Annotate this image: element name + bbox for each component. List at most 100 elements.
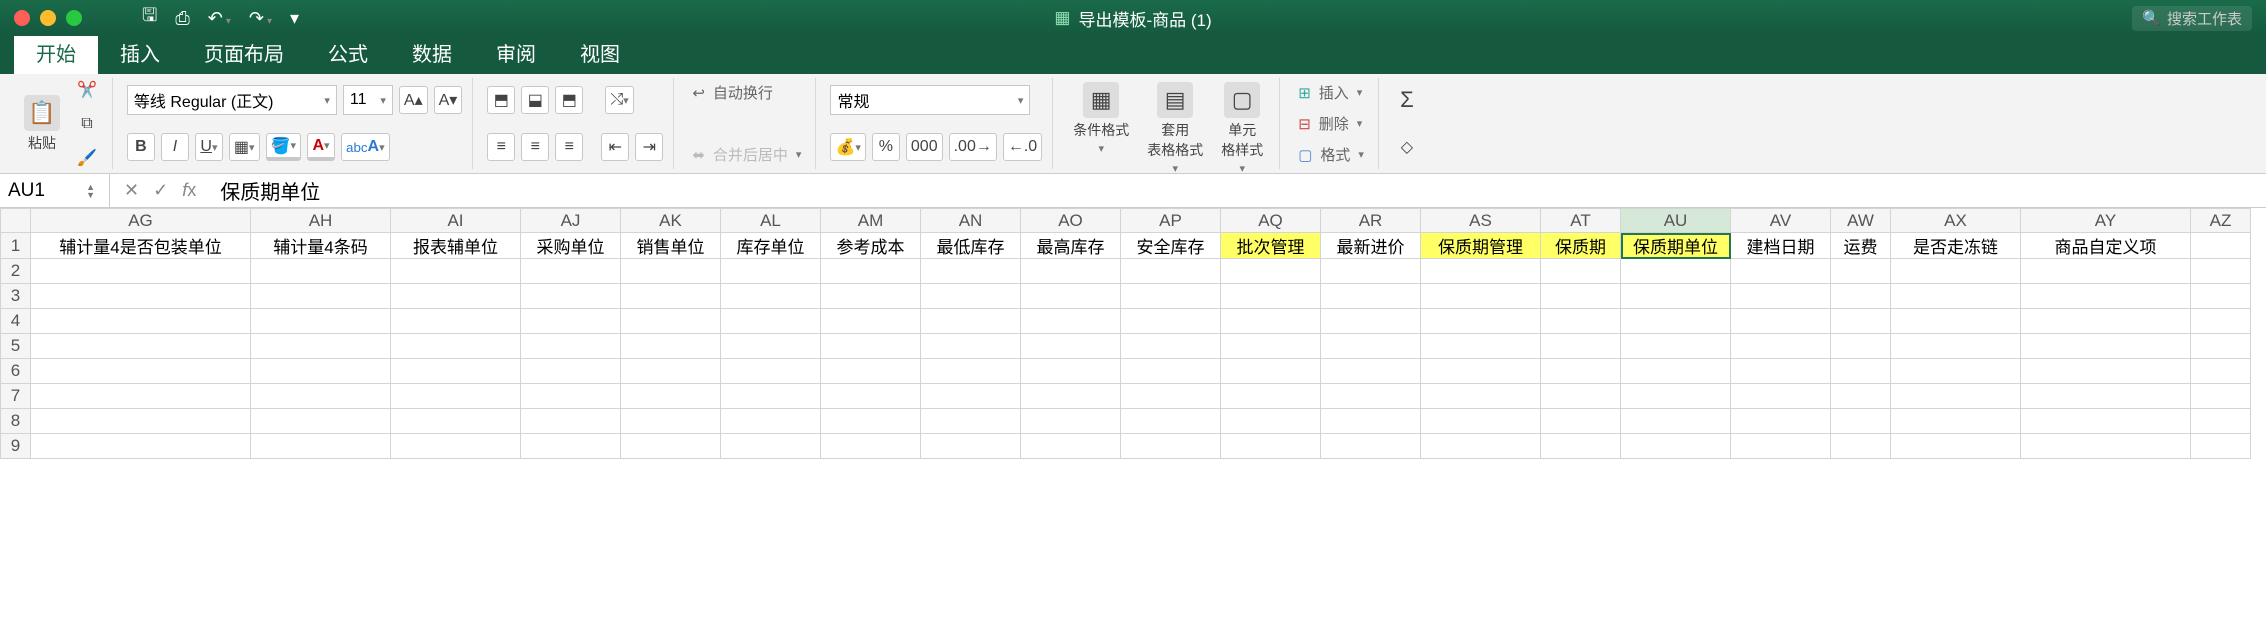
cell-AW8[interactable]	[1831, 409, 1891, 434]
col-header-AG[interactable]: AG	[31, 209, 251, 233]
cell-AR4[interactable]	[1321, 309, 1421, 334]
accept-formula-icon[interactable]: ✓	[153, 180, 168, 201]
cell-AI9[interactable]	[391, 434, 521, 459]
cell-AY6[interactable]	[2021, 359, 2191, 384]
cell-AH4[interactable]	[251, 309, 391, 334]
cell-AN6[interactable]	[921, 359, 1021, 384]
cell-AO6[interactable]	[1021, 359, 1121, 384]
cell-AR5[interactable]	[1321, 334, 1421, 359]
minimize-window[interactable]	[40, 10, 56, 26]
align-middle-icon[interactable]: ⬓	[521, 86, 549, 114]
cell-AQ4[interactable]	[1221, 309, 1321, 334]
row-header-5[interactable]: 5	[1, 334, 31, 359]
cancel-formula-icon[interactable]: ✕	[124, 180, 139, 201]
cell-AG9[interactable]	[31, 434, 251, 459]
cell-AQ8[interactable]	[1221, 409, 1321, 434]
row-header-1[interactable]: 1	[1, 233, 31, 259]
cell-AI8[interactable]	[391, 409, 521, 434]
cell-AV8[interactable]	[1731, 409, 1831, 434]
cell-AS8[interactable]	[1421, 409, 1541, 434]
cell-AY4[interactable]	[2021, 309, 2191, 334]
cell-AO5[interactable]	[1021, 334, 1121, 359]
cell-AG1[interactable]: 辅计量4是否包装单位	[31, 233, 251, 259]
cell-AJ9[interactable]	[521, 434, 621, 459]
cell-AS3[interactable]	[1421, 284, 1541, 309]
cell-AG4[interactable]	[31, 309, 251, 334]
cell-AY3[interactable]	[2021, 284, 2191, 309]
orientation-icon[interactable]: ⤭	[605, 86, 633, 114]
percent-icon[interactable]: %	[872, 133, 900, 161]
cell-AK6[interactable]	[621, 359, 721, 384]
cell-AL5[interactable]	[721, 334, 821, 359]
cell-AW3[interactable]	[1831, 284, 1891, 309]
cell-AS4[interactable]	[1421, 309, 1541, 334]
qat-more-icon[interactable]: ▾	[290, 8, 299, 29]
cell-AT1[interactable]: 保质期	[1541, 233, 1621, 259]
row-header-3[interactable]: 3	[1, 284, 31, 309]
cell-AL7[interactable]	[721, 384, 821, 409]
cell-AV6[interactable]	[1731, 359, 1831, 384]
cell-AI3[interactable]	[391, 284, 521, 309]
tab-data[interactable]: 数据	[390, 31, 474, 74]
cell-AJ2[interactable]	[521, 259, 621, 284]
cell-AL9[interactable]	[721, 434, 821, 459]
cell-AK8[interactable]	[621, 409, 721, 434]
cell-AR9[interactable]	[1321, 434, 1421, 459]
row-header-4[interactable]: 4	[1, 309, 31, 334]
cell-AZ1[interactable]	[2191, 233, 2251, 259]
cell-AJ5[interactable]	[521, 334, 621, 359]
autosum-icon[interactable]: Σ	[1393, 86, 1421, 114]
col-header-AY[interactable]: AY	[2021, 209, 2191, 233]
cell-AY9[interactable]	[2021, 434, 2191, 459]
tab-home[interactable]: 开始	[14, 31, 98, 74]
cell-AV5[interactable]	[1731, 334, 1831, 359]
cell-AT7[interactable]	[1541, 384, 1621, 409]
cell-AL4[interactable]	[721, 309, 821, 334]
cell-AX2[interactable]	[1891, 259, 2021, 284]
wrap-text-button[interactable]: ↩︎ 自动换行	[688, 80, 805, 105]
cell-AP8[interactable]	[1121, 409, 1221, 434]
print-icon[interactable]: ⎙	[175, 8, 189, 29]
cell-AK7[interactable]	[621, 384, 721, 409]
cell-AO3[interactable]	[1021, 284, 1121, 309]
cell-AH5[interactable]	[251, 334, 391, 359]
tab-review[interactable]: 审阅	[474, 31, 558, 74]
cell-AR7[interactable]	[1321, 384, 1421, 409]
cell-AP5[interactable]	[1121, 334, 1221, 359]
cell-AU7[interactable]	[1621, 384, 1731, 409]
cell-AY1[interactable]: 商品自定义项	[2021, 233, 2191, 259]
col-header-AP[interactable]: AP	[1121, 209, 1221, 233]
format-cells-button[interactable]: ▢ 格式	[1294, 142, 1368, 167]
cell-AU1[interactable]: 保质期单位	[1621, 233, 1731, 259]
cell-AM2[interactable]	[821, 259, 921, 284]
insert-cells-button[interactable]: ⊞ 插入	[1294, 80, 1368, 105]
tab-view[interactable]: 视图	[558, 31, 642, 74]
cell-AX9[interactable]	[1891, 434, 2021, 459]
cell-AU6[interactable]	[1621, 359, 1731, 384]
currency-icon[interactable]: 💰	[830, 133, 865, 161]
cell-AP3[interactable]	[1121, 284, 1221, 309]
cell-AW2[interactable]	[1831, 259, 1891, 284]
cell-AK2[interactable]	[621, 259, 721, 284]
cell-AT8[interactable]	[1541, 409, 1621, 434]
cell-AJ8[interactable]	[521, 409, 621, 434]
increase-font-icon[interactable]: A▴	[399, 86, 428, 114]
indent-decrease-icon[interactable]: ⇤	[601, 133, 629, 161]
cell-AT6[interactable]	[1541, 359, 1621, 384]
cell-AH7[interactable]	[251, 384, 391, 409]
cell-AN3[interactable]	[921, 284, 1021, 309]
cell-AM6[interactable]	[821, 359, 921, 384]
cell-AY8[interactable]	[2021, 409, 2191, 434]
cell-AU4[interactable]	[1621, 309, 1731, 334]
formula-input[interactable]: 保质期单位	[210, 176, 2266, 205]
cell-AZ3[interactable]	[2191, 284, 2251, 309]
clear-icon[interactable]: ◇	[1393, 133, 1421, 161]
col-header-AJ[interactable]: AJ	[521, 209, 621, 233]
cell-AX4[interactable]	[1891, 309, 2021, 334]
cell-AY5[interactable]	[2021, 334, 2191, 359]
cell-AV4[interactable]	[1731, 309, 1831, 334]
col-header-AS[interactable]: AS	[1421, 209, 1541, 233]
cell-AI1[interactable]: 报表辅单位	[391, 233, 521, 259]
cell-AV1[interactable]: 建档日期	[1731, 233, 1831, 259]
cell-AN7[interactable]	[921, 384, 1021, 409]
